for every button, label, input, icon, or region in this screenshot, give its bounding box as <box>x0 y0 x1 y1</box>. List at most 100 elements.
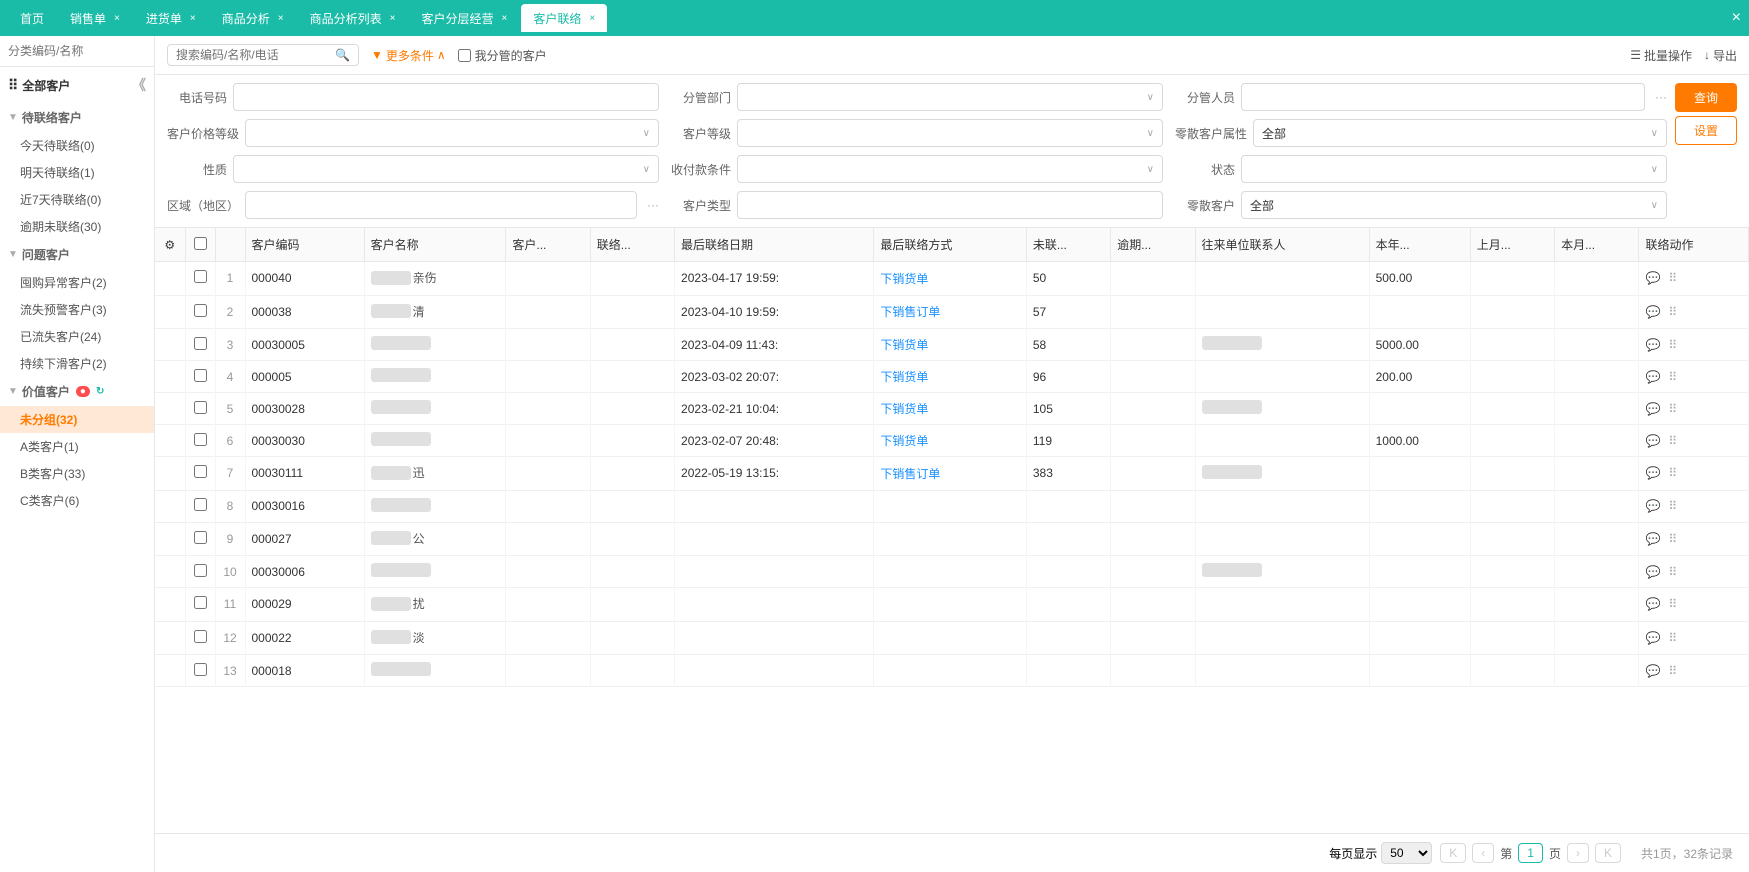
filter-price-level-select[interactable]: ∨ <box>245 119 659 147</box>
sidebar-item-group-c[interactable]: C类客户(6) <box>0 487 154 514</box>
last-method-link[interactable]: 下销售订单 <box>880 467 940 481</box>
row-checkbox[interactable] <box>194 564 207 577</box>
sidebar-item-overdue[interactable]: 逾期未联络(30) <box>0 213 154 240</box>
close-customer-contact-icon[interactable]: × <box>589 13 595 24</box>
sidebar-item-lost-risk[interactable]: 流失预警客户(3) <box>0 296 154 323</box>
row-checkbox[interactable] <box>194 465 207 478</box>
tab-customer-segment[interactable]: 客户分层经营 × <box>409 4 519 32</box>
close-product-analysis-icon[interactable]: × <box>278 13 284 24</box>
row-checkbox[interactable] <box>194 337 207 350</box>
row-checkbox[interactable] <box>194 531 207 544</box>
more-action-icon[interactable]: ⠿ <box>1668 434 1677 448</box>
more-action-icon[interactable]: ⠿ <box>1668 338 1677 352</box>
contact-phone-icon[interactable]: 💬 <box>1645 499 1660 513</box>
tab-product-analysis-list[interactable]: 商品分析列表 × <box>298 4 408 32</box>
filter-dept-select[interactable]: ∨ <box>737 83 1163 111</box>
last-method-link[interactable]: 下销货单 <box>880 272 928 286</box>
filter-scattered-attr-select[interactable]: 全部 ∨ <box>1253 119 1667 147</box>
current-page[interactable]: 1 <box>1518 843 1543 863</box>
contact-phone-icon[interactable]: 💬 <box>1645 532 1660 546</box>
filter-nature-select[interactable]: ∨ <box>233 155 659 183</box>
more-action-icon[interactable]: ⠿ <box>1668 466 1677 480</box>
sidebar-item-reduce-purchase[interactable]: 持续下滑客户(2) <box>0 350 154 377</box>
sidebar-item-purchase-abnormal[interactable]: 囤购异常客户(2) <box>0 269 154 296</box>
last-method-link[interactable]: 下销售订单 <box>880 305 940 319</box>
contact-phone-icon[interactable]: 💬 <box>1645 631 1660 645</box>
all-customers-header[interactable]: ⠿ 全部客户 《 <box>0 67 154 103</box>
sidebar-collapse-icon[interactable]: 《 <box>132 75 146 95</box>
contact-phone-icon[interactable]: 💬 <box>1645 664 1660 678</box>
row-checkbox[interactable] <box>194 369 207 382</box>
sidebar-section-pending[interactable]: ▼ 待联络客户 <box>0 103 154 132</box>
batch-operation-button[interactable]: ☰ 批量操作 <box>1630 47 1692 64</box>
filter-customer-level-select[interactable]: ∨ <box>737 119 1163 147</box>
next-page-button[interactable]: › <box>1567 843 1589 863</box>
more-action-icon[interactable]: ⠿ <box>1668 631 1677 645</box>
filter-customer-type-select[interactable] <box>737 191 1163 219</box>
contact-phone-icon[interactable]: 💬 <box>1645 597 1660 611</box>
row-checkbox[interactable] <box>194 630 207 643</box>
search-input[interactable] <box>176 48 331 62</box>
per-page-select[interactable]: 50 100 200 <box>1381 842 1432 864</box>
sidebar-item-lost[interactable]: 已流失客户(24) <box>0 323 154 350</box>
more-action-icon[interactable]: ⠿ <box>1668 597 1677 611</box>
filter-region-extra[interactable]: ··· <box>647 198 659 212</box>
more-action-icon[interactable]: ⠿ <box>1668 271 1677 285</box>
row-checkbox[interactable] <box>194 498 207 511</box>
sidebar-section-problem[interactable]: ▼ 问题客户 <box>0 240 154 269</box>
row-checkbox[interactable] <box>194 270 207 283</box>
close-all-button[interactable]: × <box>1732 9 1741 27</box>
more-conditions-button[interactable]: ▼ 更多条件 ∧ <box>371 47 446 64</box>
sidebar-search-input[interactable] <box>8 44 155 58</box>
filter-person-extra[interactable]: ··· <box>1655 90 1667 104</box>
sidebar-section-value[interactable]: ▼ 价值客户 ● ↻ <box>0 377 154 406</box>
last-method-link[interactable]: 下销货单 <box>880 434 928 448</box>
close-product-analysis-list-icon[interactable]: × <box>390 13 396 24</box>
contact-phone-icon[interactable]: 💬 <box>1645 370 1660 384</box>
sidebar-item-no-group[interactable]: 未分组(32) <box>0 406 154 433</box>
reset-button[interactable]: 设置 <box>1675 116 1737 145</box>
more-action-icon[interactable]: ⠿ <box>1668 305 1677 319</box>
tab-home[interactable]: 首页 <box>8 4 56 32</box>
tab-sales[interactable]: 销售单 × <box>58 4 132 32</box>
contact-phone-icon[interactable]: 💬 <box>1645 271 1660 285</box>
more-action-icon[interactable]: ⠿ <box>1668 565 1677 579</box>
row-checkbox[interactable] <box>194 401 207 414</box>
row-checkbox[interactable] <box>194 304 207 317</box>
more-action-icon[interactable]: ⠿ <box>1668 532 1677 546</box>
sidebar-item-tomorrow[interactable]: 明天待联络(1) <box>0 159 154 186</box>
sidebar-item-7days[interactable]: 近7天待联络(0) <box>0 186 154 213</box>
row-checkbox[interactable] <box>194 596 207 609</box>
contact-phone-icon[interactable]: 💬 <box>1645 338 1660 352</box>
filter-scattered-select[interactable]: 全部 ∨ <box>1241 191 1667 219</box>
prev-page-button[interactable]: ‹ <box>1472 843 1494 863</box>
my-customers-checkbox[interactable] <box>458 49 471 62</box>
close-customer-segment-icon[interactable]: × <box>501 13 507 24</box>
select-all-checkbox[interactable] <box>194 237 207 250</box>
query-button[interactable]: 查询 <box>1675 83 1737 112</box>
last-page-button[interactable]: K <box>1595 843 1621 863</box>
contact-phone-icon[interactable]: 💬 <box>1645 565 1660 579</box>
filter-person-select[interactable] <box>1241 83 1645 111</box>
filter-region-select[interactable] <box>245 191 637 219</box>
row-checkbox[interactable] <box>194 663 207 676</box>
sidebar-item-group-b[interactable]: B类客户(33) <box>0 460 154 487</box>
last-method-link[interactable]: 下销货单 <box>880 338 928 352</box>
more-action-icon[interactable]: ⠿ <box>1668 402 1677 416</box>
tab-product-analysis[interactable]: 商品分析 × <box>210 4 296 32</box>
settings-column-header[interactable]: ⚙ <box>155 228 185 262</box>
last-method-link[interactable]: 下销货单 <box>880 402 928 416</box>
more-action-icon[interactable]: ⠿ <box>1668 370 1677 384</box>
filter-payment-select[interactable]: ∨ <box>737 155 1163 183</box>
export-button[interactable]: ↓ 导出 <box>1704 47 1737 64</box>
value-refresh-icon[interactable]: ↻ <box>96 386 104 397</box>
search-icon[interactable]: 🔍 <box>335 48 350 62</box>
close-sales-icon[interactable]: × <box>114 13 120 24</box>
more-action-icon[interactable]: ⠿ <box>1668 499 1677 513</box>
more-action-icon[interactable]: ⠿ <box>1668 664 1677 678</box>
last-method-link[interactable]: 下销货单 <box>880 370 928 384</box>
contact-phone-icon[interactable]: 💬 <box>1645 305 1660 319</box>
first-page-button[interactable]: K <box>1440 843 1466 863</box>
row-checkbox[interactable] <box>194 433 207 446</box>
filter-phone-input[interactable] <box>233 83 659 111</box>
